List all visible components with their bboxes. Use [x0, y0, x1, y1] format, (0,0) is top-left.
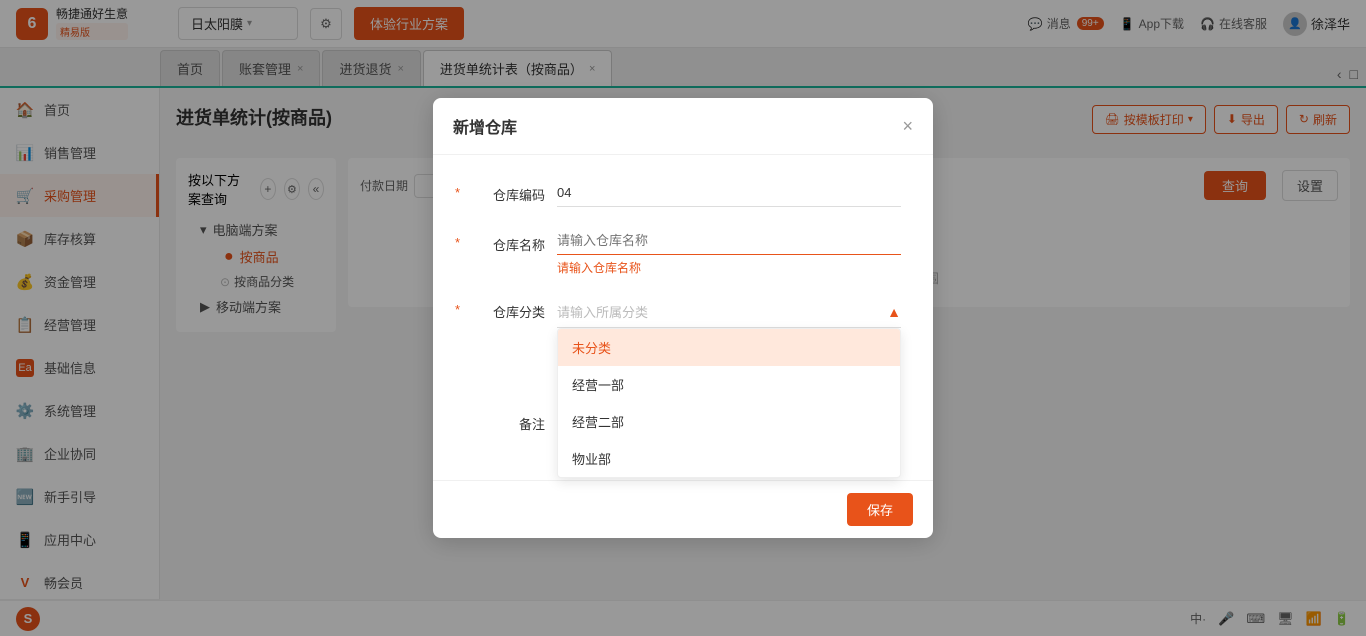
- form-row-name: 仓库名称 请输入仓库名称: [465, 227, 901, 276]
- modal-new-warehouse: 新增仓库 × 仓库编码 仓库名称 请输入仓库名称 仓库分类: [433, 98, 933, 538]
- save-button[interactable]: 保存: [847, 493, 913, 526]
- dropdown-item-ops1[interactable]: 经营一部: [558, 366, 900, 403]
- code-label: 仓库编码: [465, 179, 545, 204]
- category-dropdown: 未分类 经营一部 经营二部 物业部: [557, 328, 901, 478]
- modal-footer: 保存: [433, 480, 933, 538]
- category-label: 仓库分类: [465, 296, 545, 321]
- modal-overlay: 新增仓库 × 仓库编码 仓库名称 请输入仓库名称 仓库分类: [0, 0, 1366, 636]
- category-select[interactable]: 请输入所属分类 ▲: [557, 296, 901, 328]
- remark-label: 备注: [465, 408, 545, 433]
- modal-header: 新增仓库 ×: [433, 98, 933, 155]
- dropdown-item-ops2[interactable]: 经营二部: [558, 403, 900, 440]
- code-input[interactable]: [557, 179, 901, 207]
- modal-close-button[interactable]: ×: [902, 116, 913, 137]
- name-label: 仓库名称: [465, 229, 545, 254]
- dropdown-item-none[interactable]: 未分类: [558, 329, 900, 366]
- name-error-msg: 请输入仓库名称: [557, 261, 641, 275]
- modal-title: 新增仓库: [453, 114, 517, 138]
- category-arrow-up-icon: ▲: [887, 304, 901, 320]
- category-placeholder: 请输入所属分类: [557, 302, 648, 321]
- dropdown-item-property[interactable]: 物业部: [558, 440, 900, 477]
- name-input[interactable]: [557, 227, 901, 255]
- form-row-category: 仓库分类 请输入所属分类 ▲ 未分类 经营一部 经营二部 物业部: [465, 296, 901, 328]
- modal-body: 仓库编码 仓库名称 请输入仓库名称 仓库分类 请输入所属分类: [433, 155, 933, 480]
- form-row-code: 仓库编码: [465, 179, 901, 207]
- category-control-wrap: 请输入所属分类 ▲ 未分类 经营一部 经营二部 物业部: [557, 296, 901, 328]
